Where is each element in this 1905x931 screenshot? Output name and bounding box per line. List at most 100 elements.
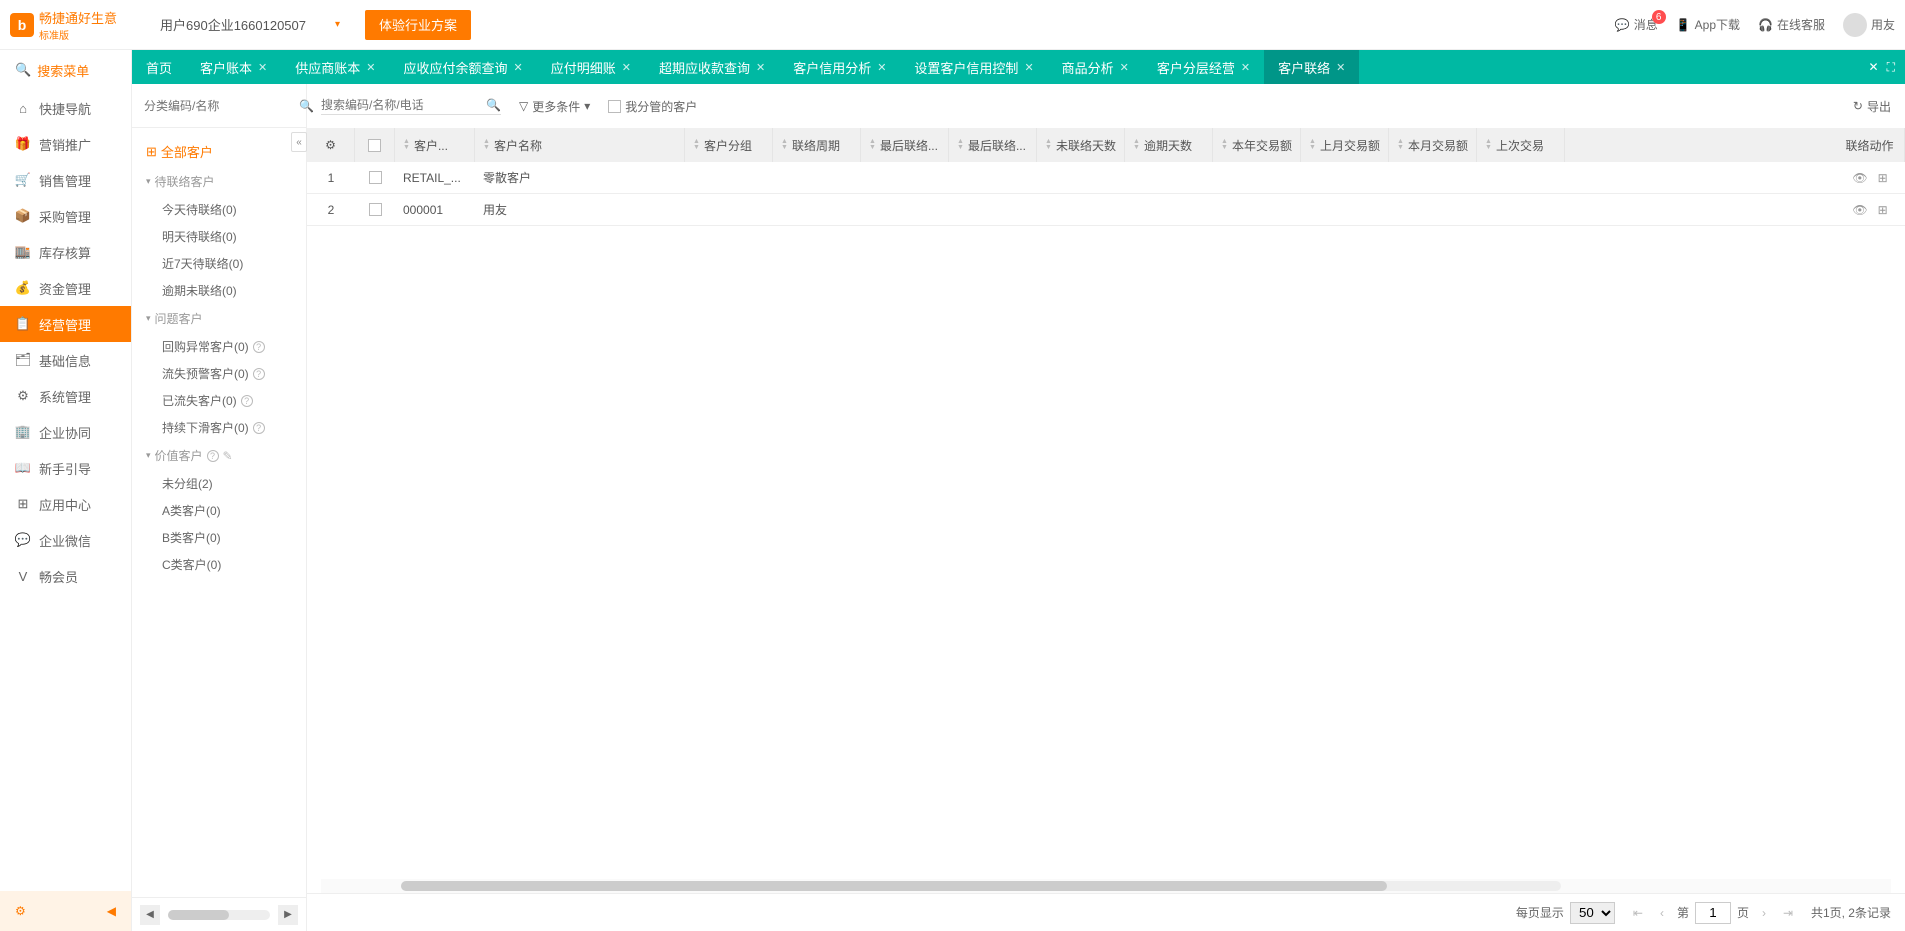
app-download-link[interactable]: 📱 App下载: [1676, 16, 1740, 33]
tab-6[interactable]: 客户信用分析✕: [779, 50, 900, 84]
select-all-checkbox[interactable]: [355, 128, 395, 162]
nav-item-2[interactable]: 🛒销售管理: [0, 162, 131, 198]
category-group-2[interactable]: ▾价值客户 ? ✎: [132, 441, 306, 470]
nav-item-11[interactable]: ⊞应用中心: [0, 486, 131, 522]
close-all-icon[interactable]: ✕: [1869, 60, 1879, 74]
page-size-select[interactable]: 50: [1570, 902, 1615, 924]
close-icon[interactable]: ✕: [366, 61, 375, 74]
category-leaf-0-1[interactable]: 明天待联络(0): [132, 223, 306, 250]
nav-item-9[interactable]: 🏢企业协同: [0, 414, 131, 450]
more-conditions[interactable]: ▽ 更多条件 ▾: [519, 98, 590, 115]
prev-page-button[interactable]: ‹: [1653, 904, 1671, 922]
nav-item-13[interactable]: V畅会员: [0, 558, 131, 594]
help-icon[interactable]: ?: [253, 422, 265, 434]
nav-item-1[interactable]: 🎁营销推广: [0, 126, 131, 162]
expand-icon[interactable]: ⛶: [1887, 60, 1895, 75]
nav-item-7[interactable]: 🗂基础信息: [0, 342, 131, 378]
nav-collapse-icon[interactable]: ◀: [107, 904, 116, 918]
tab-0[interactable]: 首页: [132, 50, 186, 84]
help-icon[interactable]: ?: [253, 341, 265, 353]
category-leaf-0-0[interactable]: 今天待联络(0): [132, 196, 306, 223]
logo[interactable]: b 畅捷通好生意 标准版: [10, 8, 140, 42]
tab-3[interactable]: 应收应付余额查询✕: [389, 50, 536, 84]
col-year-amount[interactable]: ▲▼本年交易额: [1213, 128, 1301, 162]
table-row[interactable]: 2000001用友👁⊞: [307, 194, 1905, 226]
category-leaf-1-3[interactable]: 持续下滑客户(0) ?: [132, 414, 306, 441]
close-icon[interactable]: ✕: [1024, 61, 1033, 74]
nav-item-10[interactable]: 📖新手引导: [0, 450, 131, 486]
nav-item-12[interactable]: 💬企业微信: [0, 522, 131, 558]
last-page-button[interactable]: ⇥: [1779, 904, 1797, 922]
sidebar-collapse-button[interactable]: «: [291, 132, 307, 152]
category-group-1[interactable]: ▾问题客户: [132, 304, 306, 333]
tab-10[interactable]: 客户联络✕: [1264, 50, 1359, 84]
tab-8[interactable]: 商品分析✕: [1048, 50, 1143, 84]
tab-2[interactable]: 供应商账本✕: [281, 50, 389, 84]
nav-item-4[interactable]: 🏬库存核算: [0, 234, 131, 270]
table-horizontal-scrollbar[interactable]: [321, 879, 1891, 893]
nav-item-5[interactable]: 💰资金管理: [0, 270, 131, 306]
next-page-button[interactable]: ›: [1755, 904, 1773, 922]
search-icon[interactable]: 🔍: [299, 99, 314, 113]
nav-item-3[interactable]: 📦采购管理: [0, 198, 131, 234]
search-icon[interactable]: 🔍: [486, 98, 501, 112]
help-icon[interactable]: ?: [207, 450, 219, 462]
category-leaf-2-2[interactable]: B类客户(0): [132, 524, 306, 551]
col-cycle[interactable]: ▲▼联络周期: [773, 128, 861, 162]
close-icon[interactable]: ✕: [1120, 61, 1129, 74]
close-icon[interactable]: ✕: [258, 61, 267, 74]
col-group[interactable]: ▲▼客户分组: [685, 128, 773, 162]
table-search-input[interactable]: [321, 98, 486, 112]
col-last-contact-2[interactable]: ▲▼最后联络...: [949, 128, 1037, 162]
help-icon[interactable]: ?: [241, 395, 253, 407]
first-page-button[interactable]: ⇤: [1629, 904, 1647, 922]
category-leaf-2-1[interactable]: A类客户(0): [132, 497, 306, 524]
category-leaf-0-2[interactable]: 近7天待联络(0): [132, 250, 306, 277]
my-customers-checkbox[interactable]: 我分管的客户: [608, 98, 697, 115]
page-input[interactable]: [1695, 902, 1731, 924]
category-group-0[interactable]: ▾待联络客户: [132, 167, 306, 196]
col-uncontact-days[interactable]: ▲▼未联络天数: [1037, 128, 1125, 162]
category-leaf-1-1[interactable]: 流失预警客户(0) ?: [132, 360, 306, 387]
scroll-right-button[interactable]: ▶: [278, 905, 298, 925]
nav-item-8[interactable]: ⚙系统管理: [0, 378, 131, 414]
close-icon[interactable]: ✕: [622, 61, 631, 74]
category-leaf-2-3[interactable]: C类客户(0): [132, 551, 306, 578]
col-lastmonth-amount[interactable]: ▲▼上月交易额: [1301, 128, 1389, 162]
close-icon[interactable]: ✕: [877, 61, 886, 74]
tab-4[interactable]: 应付明细账✕: [537, 50, 645, 84]
category-search-input[interactable]: [144, 99, 299, 113]
tab-5[interactable]: 超期应收款查询✕: [645, 50, 779, 84]
user-menu[interactable]: 用友: [1843, 13, 1895, 37]
more-icon[interactable]: ⊞: [1878, 203, 1888, 217]
view-icon[interactable]: 👁: [1852, 203, 1867, 217]
export-button[interactable]: ↻ 导出: [1853, 98, 1891, 115]
edit-icon[interactable]: ✎: [223, 449, 233, 463]
row-checkbox[interactable]: [355, 203, 395, 216]
category-leaf-0-3[interactable]: 逾期未联络(0): [132, 277, 306, 304]
close-icon[interactable]: ✕: [756, 61, 765, 74]
category-scrollbar[interactable]: [168, 910, 270, 920]
nav-search[interactable]: 🔍 搜索菜单: [0, 50, 131, 90]
col-overdue-days[interactable]: ▲▼逾期天数: [1125, 128, 1213, 162]
scroll-left-button[interactable]: ◀: [140, 905, 160, 925]
more-icon[interactable]: ⊞: [1878, 171, 1888, 185]
category-leaf-1-2[interactable]: 已流失客户(0) ?: [132, 387, 306, 414]
col-name[interactable]: ▲▼客户名称: [475, 128, 685, 162]
column-settings-button[interactable]: ⚙: [307, 128, 355, 162]
nav-item-6[interactable]: 📋经营管理: [0, 306, 131, 342]
close-icon[interactable]: ✕: [1336, 61, 1345, 74]
online-service-link[interactable]: 🎧 在线客服: [1758, 16, 1825, 33]
tab-9[interactable]: 客户分层经营✕: [1143, 50, 1264, 84]
col-thismonth-amount[interactable]: ▲▼本月交易额: [1389, 128, 1477, 162]
category-all-customers[interactable]: ⊞ 全部客户: [132, 136, 306, 167]
col-last-contact[interactable]: ▲▼最后联络...: [861, 128, 949, 162]
row-checkbox[interactable]: [355, 171, 395, 184]
close-icon[interactable]: ✕: [514, 61, 523, 74]
close-icon[interactable]: ✕: [1241, 61, 1250, 74]
category-leaf-2-0[interactable]: 未分组(2): [132, 470, 306, 497]
view-icon[interactable]: 👁: [1852, 171, 1867, 185]
col-code[interactable]: ▲▼客户...: [395, 128, 475, 162]
nav-item-0[interactable]: ⌂快捷导航: [0, 90, 131, 126]
category-leaf-1-0[interactable]: 回购异常客户(0) ?: [132, 333, 306, 360]
